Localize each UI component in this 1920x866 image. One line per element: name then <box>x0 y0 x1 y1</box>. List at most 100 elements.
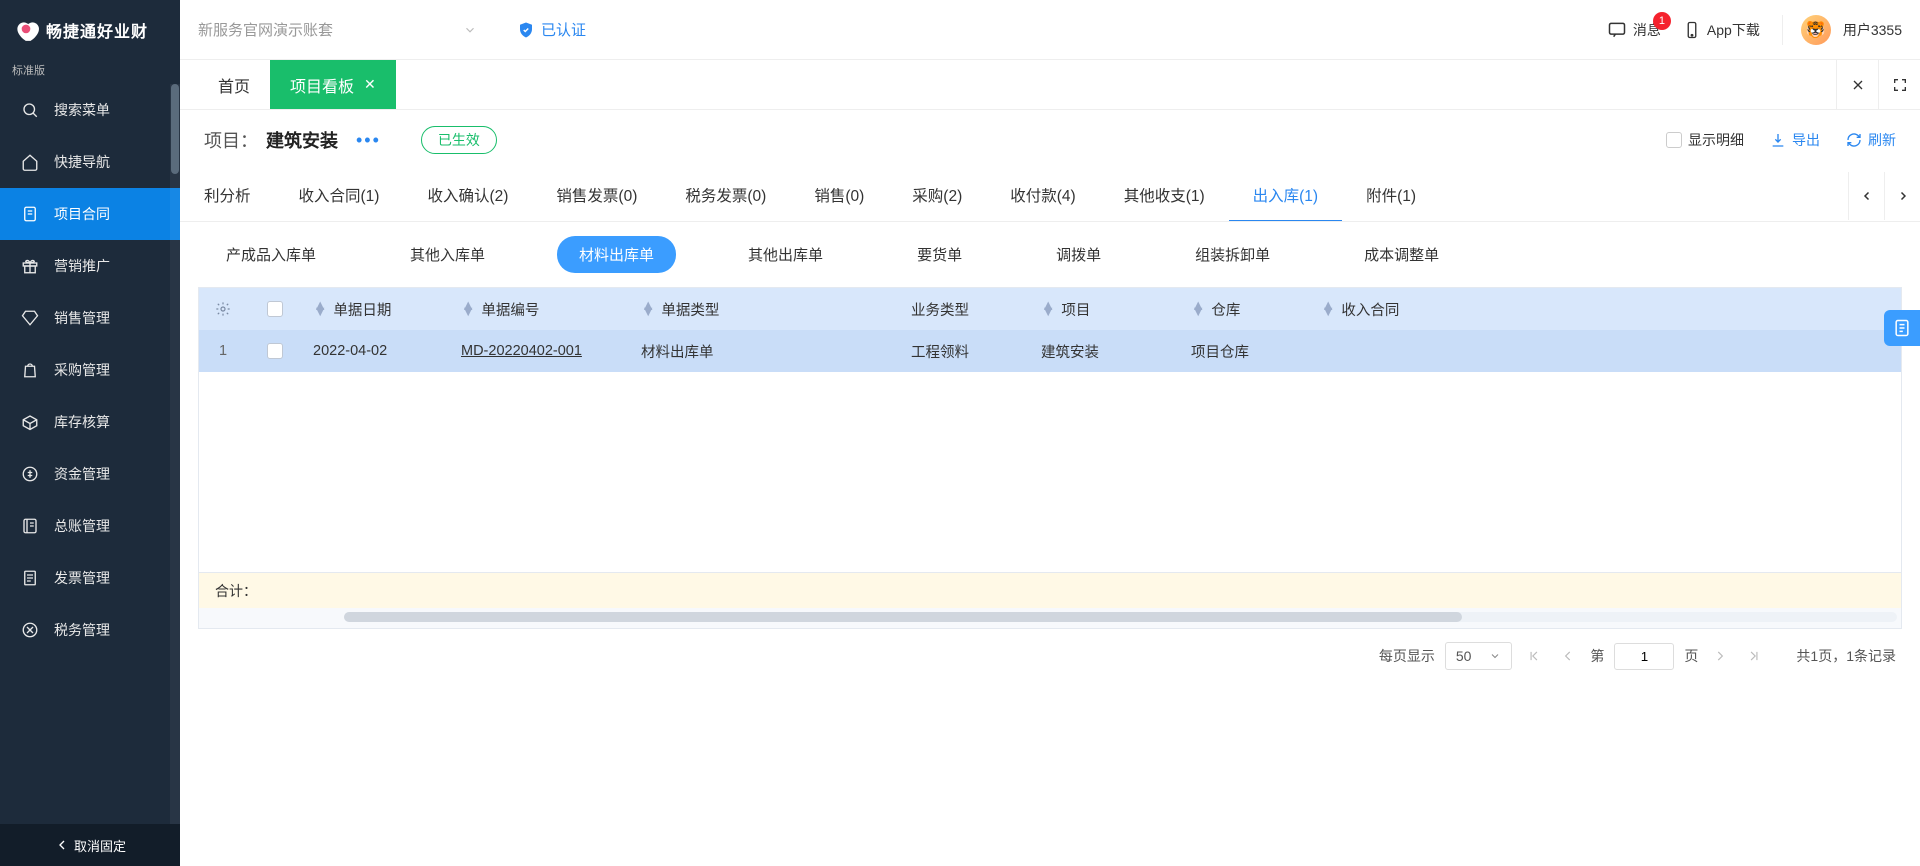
diamond-icon <box>20 308 40 328</box>
doctype-tab-2[interactable]: 材料出库单 <box>557 236 676 273</box>
col-type-header[interactable]: ▲▼单据类型 <box>631 288 901 330</box>
section-tab-9[interactable]: 出入库(1) <box>1229 170 1342 221</box>
user-menu[interactable]: 🐯 用户3355 <box>1782 15 1902 45</box>
section-tab-8[interactable]: 其他收支(1) <box>1100 170 1229 221</box>
sidebar-item-4[interactable]: 销售管理 <box>0 292 180 344</box>
col-code-header[interactable]: ▲▼单据编号 <box>451 288 631 330</box>
cell-code-link[interactable]: MD-20220402-001 <box>451 330 631 372</box>
col-biz-header[interactable]: 业务类型 <box>901 288 1031 330</box>
refresh-label: 刷新 <box>1868 130 1896 150</box>
section-tab-10[interactable]: 附件(1) <box>1342 170 1440 221</box>
settings-column-header[interactable] <box>199 288 247 330</box>
section-tab-4[interactable]: 税务发票(0) <box>661 170 790 221</box>
tabs-close-all-button[interactable] <box>1836 60 1878 109</box>
sidebar-item-1[interactable]: 快捷导航 <box>0 136 180 188</box>
brand-edition: 标准版 <box>0 60 180 84</box>
sidebar-scrollbar[interactable] <box>170 84 180 824</box>
phone-icon <box>1683 21 1701 39</box>
doctype-tab-4[interactable]: 要货单 <box>895 236 984 273</box>
prev-page-button[interactable] <box>1556 644 1580 668</box>
sidebar-item-3[interactable]: 营销推广 <box>0 240 180 292</box>
per-page-select[interactable]: 50 <box>1445 642 1513 670</box>
app-download-button[interactable]: App下载 <box>1683 20 1760 40</box>
arrow-left-icon <box>54 837 70 853</box>
project-value: 建筑安装 <box>266 127 338 153</box>
row-checkbox[interactable] <box>247 330 303 372</box>
doctype-tab-0[interactable]: 产成品入库单 <box>204 236 338 273</box>
section-tab-0[interactable]: 利分析 <box>180 170 275 221</box>
account-name: 新服务官网演示账套 <box>198 19 333 40</box>
tabs-scroll-right-button[interactable] <box>1884 172 1920 220</box>
bag-icon <box>20 360 40 380</box>
sort-icon: ▲▼ <box>641 303 655 315</box>
sort-icon: ▲▼ <box>313 303 327 315</box>
section-tab-3[interactable]: 销售发票(0) <box>532 170 661 221</box>
doctype-tab-7[interactable]: 成本调整单 <box>1342 236 1461 273</box>
account-selector[interactable]: 新服务官网演示账套 <box>198 19 477 40</box>
page-tabs: 首页 项目看板 ✕ <box>180 60 1920 110</box>
export-label: 导出 <box>1792 130 1820 150</box>
sidebar-unpin-button[interactable]: 取消固定 <box>0 824 180 866</box>
refresh-icon <box>1846 132 1862 148</box>
doctype-tab-6[interactable]: 组装拆卸单 <box>1173 236 1292 273</box>
last-page-button[interactable] <box>1742 644 1766 668</box>
section-tab-6[interactable]: 采购(2) <box>888 170 986 221</box>
gear-icon <box>215 301 231 317</box>
more-actions-button[interactable]: ••• <box>356 130 381 151</box>
doctype-tab-5[interactable]: 调拨单 <box>1034 236 1123 273</box>
table-header: ▲▼单据日期 ▲▼单据编号 ▲▼单据类型 业务类型 ▲▼项目 ▲▼仓库 ▲▼收入… <box>199 288 1901 330</box>
close-icon[interactable]: ✕ <box>364 76 376 93</box>
data-table: ▲▼单据日期 ▲▼单据编号 ▲▼单据类型 业务类型 ▲▼项目 ▲▼仓库 ▲▼收入… <box>198 287 1902 629</box>
refresh-button[interactable]: 刷新 <box>1846 130 1896 150</box>
sort-icon: ▲▼ <box>461 303 475 315</box>
col-date-header[interactable]: ▲▼单据日期 <box>303 288 451 330</box>
cell-type: 材料出库单 <box>631 330 901 372</box>
sort-icon: ▲▼ <box>1041 303 1055 315</box>
sidebar-item-10[interactable]: 税务管理 <box>0 604 180 656</box>
sidebar-item-8[interactable]: 总账管理 <box>0 500 180 552</box>
table-horizontal-scrollbar[interactable] <box>199 608 1901 628</box>
per-page-label: 每页显示 <box>1379 646 1435 666</box>
cell-wh: 项目仓库 <box>1181 330 1311 372</box>
verified-label: 已认证 <box>541 19 586 40</box>
table-total-row: 合计： <box>199 572 1901 608</box>
help-float-button[interactable] <box>1884 310 1920 346</box>
messages-button[interactable]: 消息 1 <box>1607 20 1661 40</box>
show-detail-toggle[interactable]: 显示明细 <box>1666 130 1744 150</box>
col-contract-header[interactable]: ▲▼收入合同 <box>1311 288 1901 330</box>
note-icon <box>1892 318 1912 338</box>
section-tab-1[interactable]: 收入合同(1) <box>275 170 404 221</box>
section-tab-5[interactable]: 销售(0) <box>790 170 888 221</box>
sidebar-item-9[interactable]: 发票管理 <box>0 552 180 604</box>
total-label: 合计： <box>215 581 257 601</box>
section-tab-2[interactable]: 收入确认(2) <box>403 170 532 221</box>
next-page-button[interactable] <box>1708 644 1732 668</box>
export-button[interactable]: 导出 <box>1770 130 1820 150</box>
sidebar-item-5[interactable]: 采购管理 <box>0 344 180 396</box>
sidebar-item-0[interactable]: 搜索菜单 <box>0 84 180 136</box>
doctype-tab-1[interactable]: 其他入库单 <box>388 236 507 273</box>
sidebar-item-2[interactable]: 项目合同 <box>0 188 180 240</box>
col-proj-header[interactable]: ▲▼项目 <box>1031 288 1181 330</box>
fullscreen-button[interactable] <box>1878 60 1920 109</box>
select-all-checkbox[interactable] <box>247 288 303 330</box>
shield-icon <box>517 21 535 39</box>
col-wh-header[interactable]: ▲▼仓库 <box>1181 288 1311 330</box>
sidebar-item-label: 快捷导航 <box>54 152 110 172</box>
page-suffix-label: 页 <box>1684 646 1698 666</box>
tab-project-board[interactable]: 项目看板 ✕ <box>270 60 396 109</box>
tab-home[interactable]: 首页 <box>198 60 270 109</box>
section-tab-7[interactable]: 收付款(4) <box>986 170 1099 221</box>
sidebar-item-7[interactable]: 资金管理 <box>0 448 180 500</box>
sidebar-item-6[interactable]: 库存核算 <box>0 396 180 448</box>
avatar-icon: 🐯 <box>1801 15 1831 45</box>
page-number-input[interactable] <box>1614 643 1674 670</box>
doctype-tab-3[interactable]: 其他出库单 <box>726 236 845 273</box>
document-type-tabs: 产成品入库单 其他入库单 材料出库单 其他出库单 要货单 调拨单 组装拆卸单 成本调整单 <box>180 222 1920 287</box>
first-page-button[interactable] <box>1522 644 1546 668</box>
per-page-value: 50 <box>1456 648 1472 664</box>
tabs-scroll-left-button[interactable] <box>1848 172 1884 220</box>
sort-icon: ▲▼ <box>1191 303 1205 315</box>
sidebar-item-label: 资金管理 <box>54 464 110 484</box>
table-row[interactable]: 12022-04-02MD-20220402-001材料出库单工程领料建筑安装项… <box>199 330 1901 372</box>
